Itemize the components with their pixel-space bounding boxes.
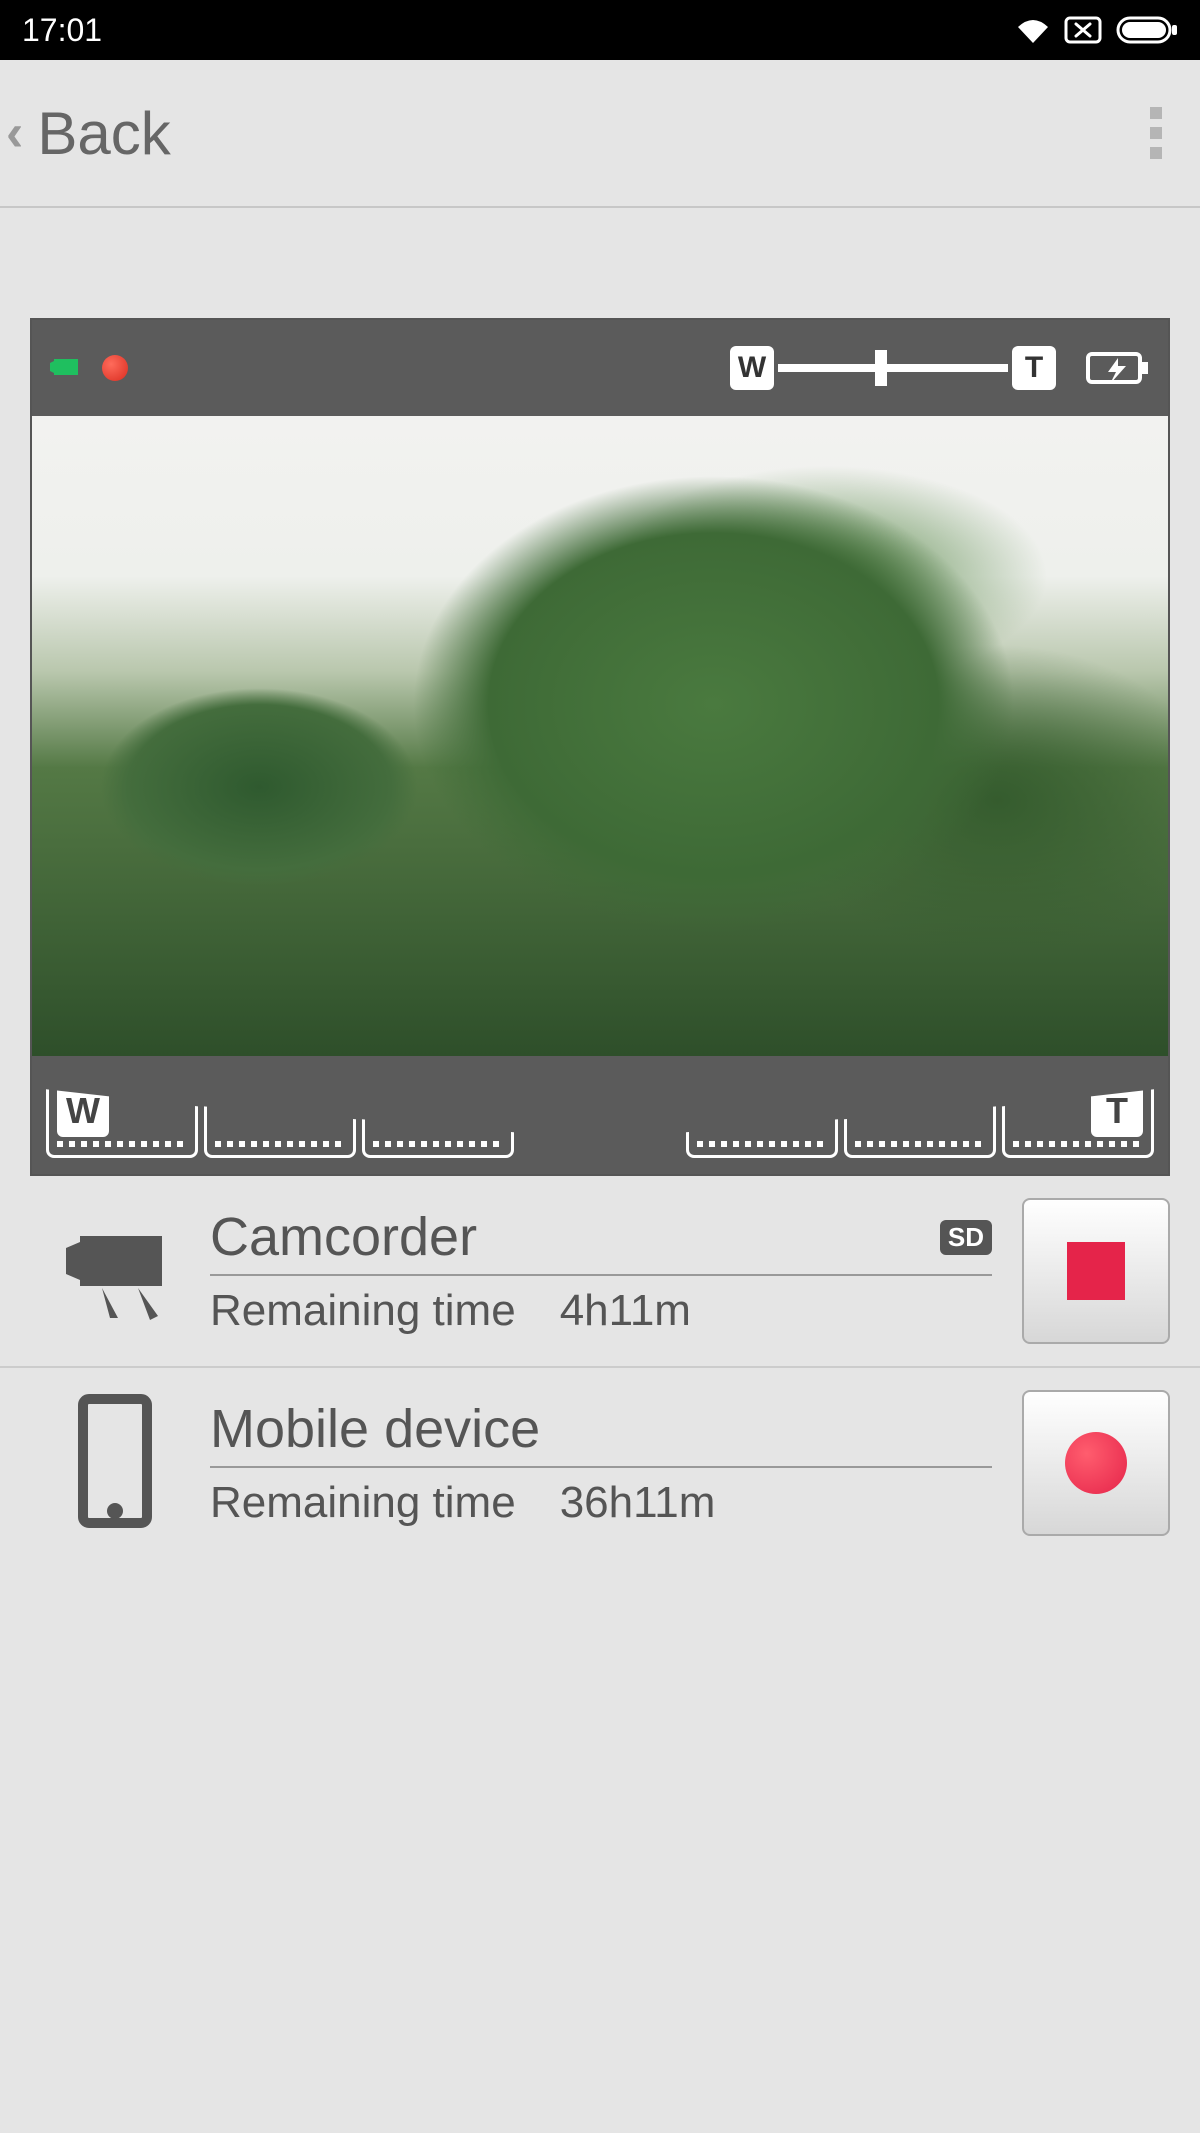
zoom-in-step[interactable] xyxy=(686,1072,838,1158)
more-vert-icon xyxy=(1150,107,1162,159)
zoom-thumb xyxy=(875,350,887,386)
mobile-device-icon xyxy=(50,1393,180,1533)
zoom-tele-button[interactable]: T xyxy=(1002,1072,1154,1158)
no-sim-icon xyxy=(1064,16,1102,44)
camcorder-row: Camcorder SD Remaining time 4h11m xyxy=(0,1176,1200,1368)
record-icon xyxy=(1065,1432,1127,1494)
mobile-record-button[interactable] xyxy=(1022,1390,1170,1536)
camcorder-recording-icon xyxy=(50,353,90,383)
zoom-in-rocker[interactable]: T xyxy=(686,1072,1154,1158)
status-bar: 17:01 xyxy=(0,0,1200,60)
mobile-device-row: Mobile device Remaining time 36h11m xyxy=(0,1368,1200,1558)
zoom-tele-label: T xyxy=(1012,346,1056,390)
sd-badge: SD xyxy=(940,1220,992,1255)
camcorder-icon xyxy=(50,1216,180,1326)
zoom-out-step[interactable] xyxy=(204,1072,356,1158)
camcorder-title: Camcorder xyxy=(210,1206,477,1268)
zoom-wide-button[interactable]: W xyxy=(46,1072,198,1158)
mobile-remaining-label: Remaining time xyxy=(210,1478,516,1528)
zoom-indicator: W T xyxy=(730,346,1056,390)
overflow-menu-button[interactable] xyxy=(1150,107,1190,159)
zoom-out-rocker[interactable]: W xyxy=(46,1072,514,1158)
mobile-title: Mobile device xyxy=(210,1398,540,1460)
wifi-icon xyxy=(1016,17,1050,43)
stop-icon xyxy=(1067,1242,1125,1300)
live-preview[interactable] xyxy=(32,416,1168,1056)
app-header: ‹ Back xyxy=(0,60,1200,208)
chevron-left-icon: ‹ xyxy=(6,103,23,163)
back-label: Back xyxy=(37,99,170,168)
mobile-info: Mobile device Remaining time 36h11m xyxy=(210,1398,992,1528)
zoom-rocker: W T xyxy=(32,1056,1168,1174)
status-time: 17:01 xyxy=(22,12,1016,49)
viewfinder: W T W T xyxy=(30,318,1170,1176)
zoom-out-step[interactable] xyxy=(362,1072,514,1158)
viewfinder-top-bar: W T xyxy=(32,320,1168,416)
zoom-track xyxy=(778,364,1008,372)
mobile-remaining-value: 36h11m xyxy=(560,1478,716,1528)
zoom-wide-label: W xyxy=(730,346,774,390)
back-button[interactable]: ‹ Back xyxy=(6,99,171,168)
camcorder-battery-icon xyxy=(1086,350,1150,386)
zoom-in-step[interactable] xyxy=(844,1072,996,1158)
camcorder-remaining-value: 4h11m xyxy=(560,1286,691,1336)
camcorder-info: Camcorder SD Remaining time 4h11m xyxy=(210,1206,992,1336)
recording-dot-icon xyxy=(102,355,128,381)
status-right-icons xyxy=(1016,16,1178,44)
camcorder-remaining-label: Remaining time xyxy=(210,1286,516,1336)
camcorder-stop-button[interactable] xyxy=(1022,1198,1170,1344)
battery-icon xyxy=(1116,16,1178,44)
